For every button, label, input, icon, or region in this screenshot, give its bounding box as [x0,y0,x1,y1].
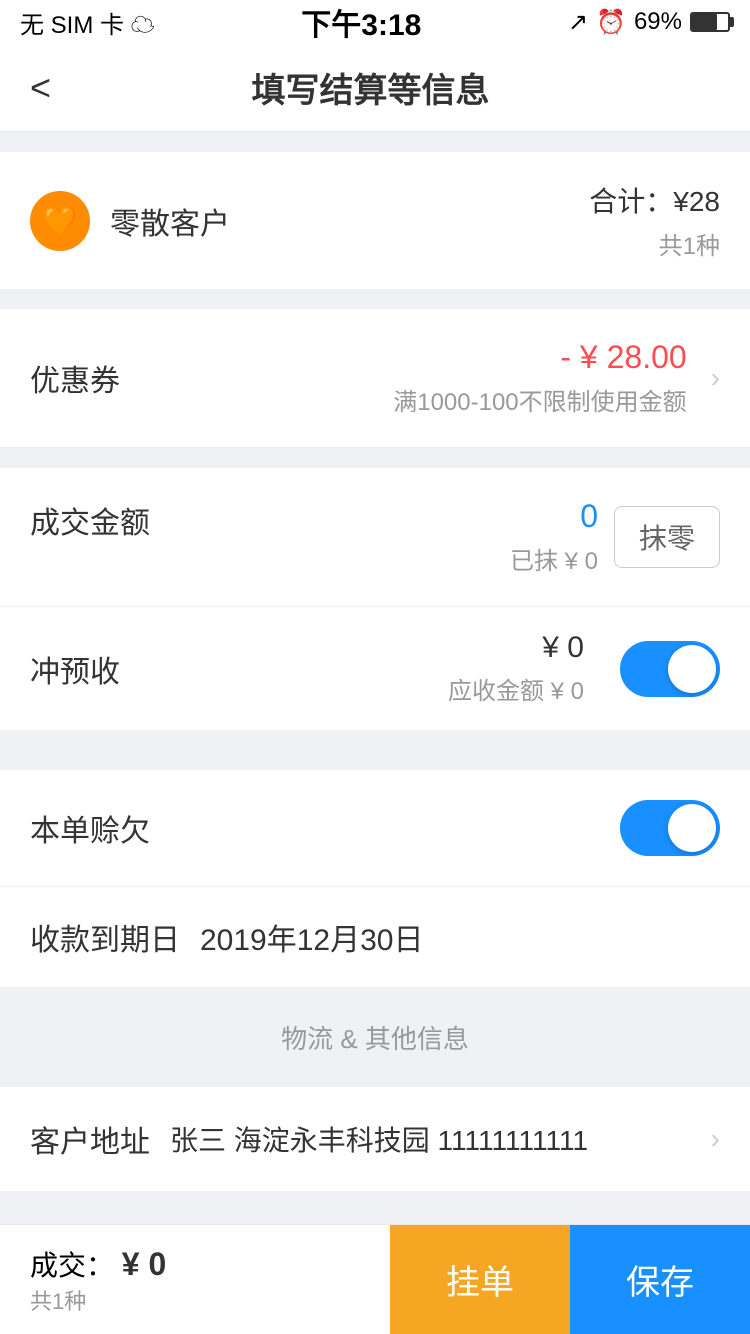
alarm-icon: ⏰ [596,8,626,37]
transaction-value: 0 [510,498,598,535]
address-label: 客户地址 [30,1117,150,1161]
coupon-value-wrapper: - ¥ 28.00 满1000-100不限制使用金额 [393,339,686,417]
round-zero-button[interactable]: 抹零 [614,506,720,568]
divider-3 [0,730,750,750]
transaction-row: 成交金额 0 已抹 ¥ 0 抹零 [0,468,750,606]
divider-1 [0,289,750,309]
debt-toggle-knob [668,804,716,852]
transaction-label: 成交金额 [30,498,150,542]
transaction-value-wrapper: 0 已抹 ¥ 0 [510,498,598,576]
customer-info: 🧡 零散客户 [30,191,230,251]
coupon-right: - ¥ 28.00 满1000-100不限制使用金额 › [393,339,720,417]
debt-label: 本单赊欠 [30,806,150,850]
chevron-right-icon: › [711,362,720,394]
bottom-summary-label: 成交： [30,1250,114,1281]
back-button[interactable]: < [30,57,71,119]
customer-summary: 合计：¥28 共1种 [589,180,720,261]
due-date-label: 收款到期日 [30,915,180,959]
coupon-discount: - ¥ 28.00 [393,339,686,376]
advance-right: ¥ 0 应收金额 ¥ 0 [448,631,720,706]
bottom-summary-row: 成交： ¥ 0 [30,1244,360,1284]
coupon-label: 优惠券 [30,356,120,400]
transaction-section: 成交金额 0 已抹 ¥ 0 抹零 冲预收 ¥ 0 应收金额 ¥ 0 [0,468,750,730]
advance-value-wrapper: ¥ 0 应收金额 ¥ 0 [448,631,584,706]
avatar-icon: 🧡 [43,204,78,237]
coupon-description: 满1000-100不限制使用金额 [393,382,686,417]
debt-section: 本单赊欠 [0,770,750,886]
customer-count: 共1种 [589,226,720,261]
customer-name: 零散客户 [110,199,230,243]
bottom-summary-count: 共1种 [30,1284,360,1316]
bottom-summary-value: ¥ 0 [122,1246,166,1282]
status-time: 下午3:18 [301,0,421,44]
already-rounded: 已抹 ¥ 0 [510,541,598,576]
customer-avatar: 🧡 [30,191,90,251]
status-bar: 无 SIM 卡 ☁ 下午3:18 ↗ ⏰ 69% [0,0,750,44]
battery-icon [690,12,730,32]
battery-percent: 69% [634,8,682,36]
transaction-right: 0 已抹 ¥ 0 抹零 [510,498,720,576]
debt-toggle[interactable] [620,800,720,856]
status-left: 无 SIM 卡 ☁ [20,5,155,40]
coupon-section: 优惠券 - ¥ 28.00 满1000-100不限制使用金额 › [0,309,750,448]
toggle-knob [668,645,716,693]
bottom-summary: 成交： ¥ 0 共1种 [0,1244,390,1316]
address-chevron-icon: › [711,1123,720,1155]
save-button[interactable]: 保存 [570,1225,750,1334]
advance-row: 冲预收 ¥ 0 应收金额 ¥ 0 [0,606,750,730]
customer-section: 🧡 零散客户 合计：¥28 共1种 [0,152,750,289]
logistics-label: 物流 & 其他信息 [281,1019,469,1056]
page-title: 填写结算等信息 [71,63,670,112]
address-row[interactable]: 客户地址 张三 海淀永丰科技园 11111111111 › [0,1087,750,1191]
status-right: ↗ ⏰ 69% [568,8,730,37]
divider-2 [0,448,750,468]
due-date-value: 2019年12月30日 [200,915,423,959]
advance-label: 冲预收 [30,647,120,691]
logistics-divider: 物流 & 其他信息 [0,1007,750,1067]
due-date-row[interactable]: 收款到期日 2019年12月30日 [0,886,750,987]
sim-status: 无 SIM 卡 ☁ [20,5,155,40]
address-value: 张三 海淀永丰科技园 11111111111 [170,1119,703,1159]
location-icon: ↗ [568,8,588,37]
advance-value: ¥ 0 [448,631,584,665]
customer-total: 合计：¥28 [589,180,720,220]
hold-button[interactable]: 挂单 [390,1225,570,1334]
bottom-bar: 成交： ¥ 0 共1种 挂单 保存 [0,1224,750,1334]
nav-bar: < 填写结算等信息 [0,44,750,132]
advance-receivable: 应收金额 ¥ 0 [448,671,584,706]
coupon-row[interactable]: 优惠券 - ¥ 28.00 满1000-100不限制使用金额 › [0,309,750,448]
advance-toggle[interactable] [620,641,720,697]
